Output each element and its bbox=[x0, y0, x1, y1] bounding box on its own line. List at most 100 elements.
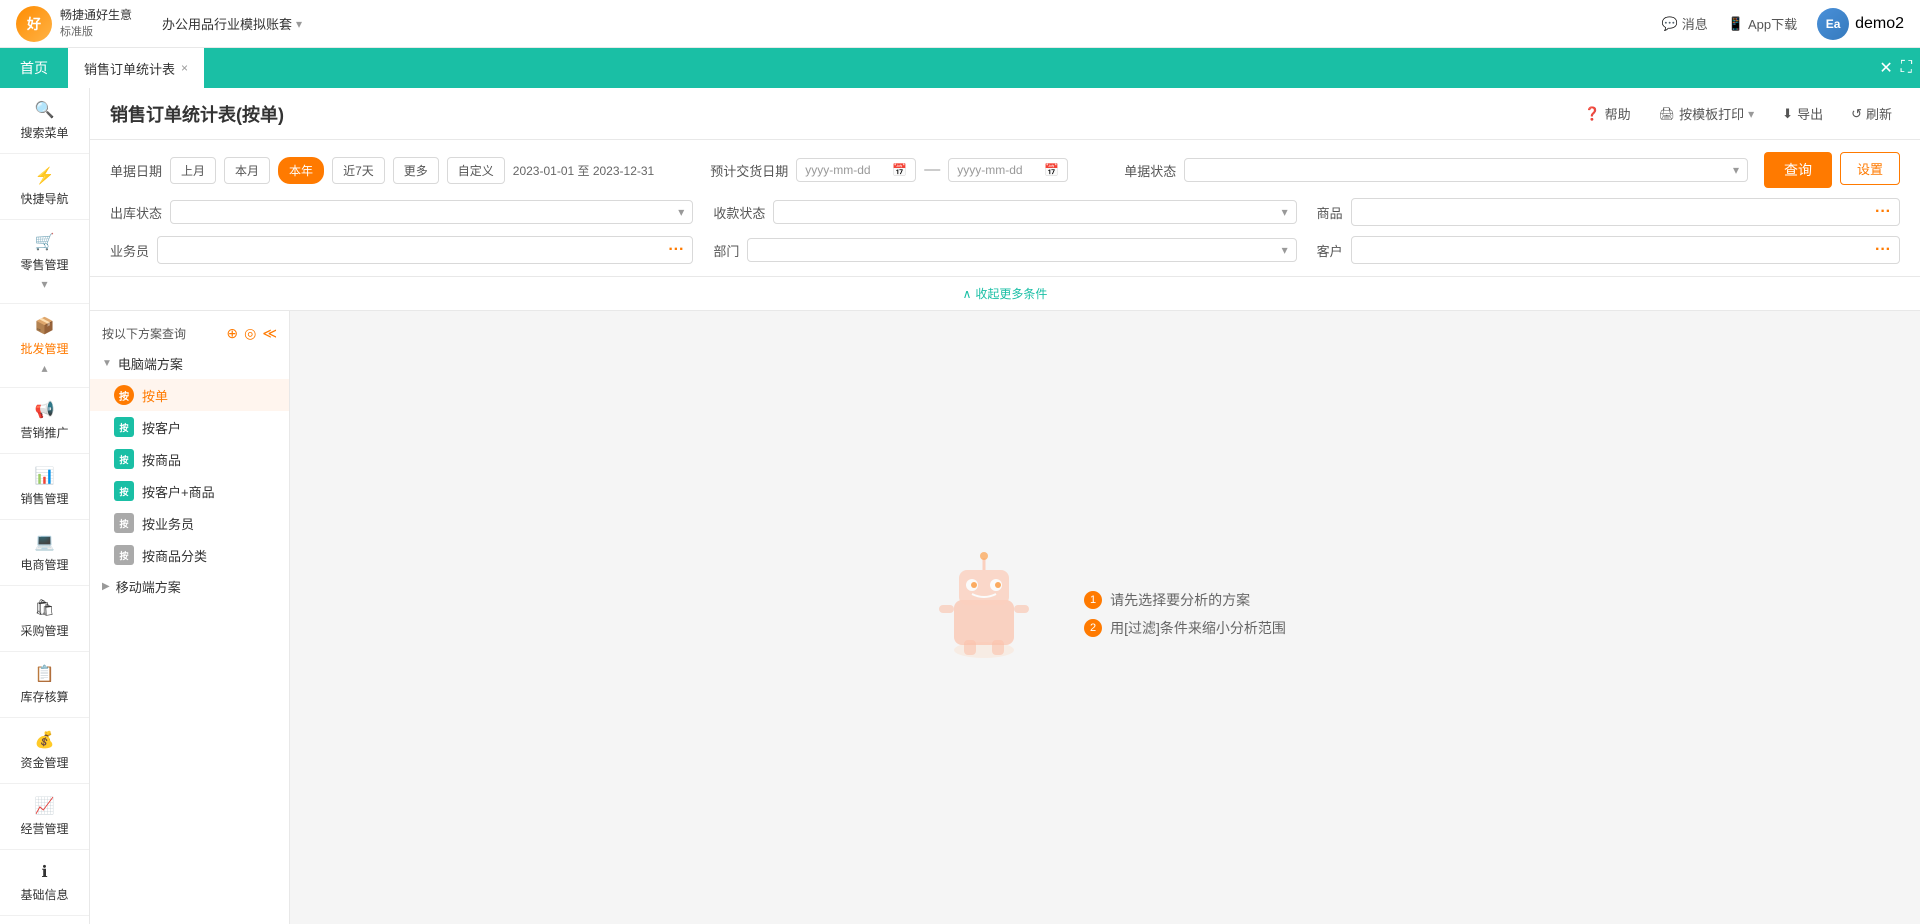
department-label: 部门 bbox=[713, 241, 739, 260]
user-area[interactable]: Ea demo2 bbox=[1817, 8, 1904, 40]
sidebar-item-search[interactable]: 🔍 搜索菜单 bbox=[0, 88, 89, 154]
tab-bar: 首页 销售订单统计表 × ✕ ⛶ bbox=[0, 48, 1920, 88]
tip-text-2: 用[过滤]条件来缩小分析范围 bbox=[1110, 618, 1286, 638]
page-header: 销售订单统计表(按单) ❓ 帮助 🖨 按模板打印 ▾ ⬇ 导出 ↺ 刷新 bbox=[90, 88, 1920, 140]
solution-item-by-order[interactable]: 按 按单 bbox=[90, 379, 289, 411]
tab-bar-actions: ✕ ⛶ bbox=[1879, 58, 1920, 78]
settings-button[interactable]: 设置 bbox=[1840, 152, 1900, 185]
empty-illustration bbox=[924, 550, 1044, 670]
sidebar-item-basic-info[interactable]: ℹ 基础信息 bbox=[0, 850, 89, 916]
collapse-solution-icon[interactable]: ≪ bbox=[262, 325, 277, 342]
department-select[interactable]: ▾ bbox=[747, 238, 1296, 262]
sidebar-item-operations[interactable]: 📈 经营管理 bbox=[0, 784, 89, 850]
date-btn-this-month[interactable]: 本月 bbox=[224, 157, 270, 184]
date-btn-last-month[interactable]: 上月 bbox=[170, 157, 216, 184]
home-label: 首页 bbox=[20, 58, 48, 78]
solution-group-pc-header[interactable]: ▼ 电脑端方案 bbox=[90, 348, 289, 379]
sidebar-item-retail[interactable]: 🛒 零售管理 ▾ bbox=[0, 220, 89, 304]
refresh-button[interactable]: ↺ 刷新 bbox=[1843, 100, 1900, 127]
expected-date-start[interactable]: yyyy-mm-dd 📅 bbox=[796, 158, 916, 182]
sidebar-item-inventory[interactable]: 📋 库存核算 bbox=[0, 652, 89, 718]
message-btn[interactable]: 💬 消息 bbox=[1662, 14, 1708, 33]
sidebar-item-label: 电商管理 bbox=[20, 556, 68, 573]
chevron-icon: ▾ bbox=[41, 277, 47, 291]
solution-item-by-category[interactable]: 按 按商品分类 bbox=[90, 539, 289, 571]
sidebar-item-purchase[interactable]: 🛍 采购管理 bbox=[0, 586, 89, 652]
date-btn-custom[interactable]: 自定义 bbox=[447, 157, 505, 184]
sidebar-item-label: 基础信息 bbox=[20, 886, 68, 903]
empty-state: 1 请先选择要分析的方案 2 用[过滤]条件来缩小分析范围 bbox=[924, 550, 1286, 686]
by-sp-icon: 按 bbox=[114, 513, 134, 533]
sidebar-item-ecommerce[interactable]: 💻 电商管理 bbox=[0, 520, 89, 586]
solution-item-by-customer[interactable]: 按 按客户 bbox=[90, 411, 289, 443]
sidebar-item-system[interactable]: ⚙ 系统管理 bbox=[0, 916, 89, 924]
logo-text: 畅捷通好生意 bbox=[60, 8, 132, 24]
by-cg-icon: 按 bbox=[114, 481, 134, 501]
more-icon[interactable]: ··· bbox=[1875, 203, 1891, 221]
empty-tip-1: 1 请先选择要分析的方案 bbox=[1084, 590, 1286, 610]
solution-group-pc: ▼ 电脑端方案 按 按单 按 按客户 按 按商品 bbox=[90, 348, 289, 571]
logo-sub: 标准版 bbox=[60, 23, 132, 39]
status-select[interactable]: ▾ bbox=[1184, 158, 1748, 182]
tab-close-icon[interactable]: × bbox=[181, 61, 188, 75]
expected-date-end[interactable]: yyyy-mm-dd 📅 bbox=[948, 158, 1068, 182]
solution-item-by-customer-goods[interactable]: 按 按客户+商品 bbox=[90, 475, 289, 507]
export-button[interactable]: ⬇ 导出 bbox=[1774, 100, 1831, 127]
inventory-icon: 📋 bbox=[35, 664, 55, 684]
help-button[interactable]: ❓ 帮助 bbox=[1576, 100, 1638, 127]
refresh-icon: ↺ bbox=[1851, 106, 1862, 122]
payment-select[interactable]: ▾ bbox=[773, 200, 1296, 224]
right-action-buttons: 查询 设置 bbox=[1764, 152, 1900, 188]
solution-header-label: 按以下方案查询 bbox=[102, 325, 186, 342]
sidebar-item-sales[interactable]: 📊 销售管理 bbox=[0, 454, 89, 520]
retail-icon: 🛒 bbox=[35, 232, 55, 252]
goods-select[interactable]: ··· bbox=[1351, 198, 1900, 226]
date-btn-7days[interactable]: 近7天 bbox=[332, 157, 385, 184]
date-separator: — bbox=[924, 161, 940, 179]
customer-select[interactable]: ··· bbox=[1351, 236, 1900, 264]
chevron-icon: ▴ bbox=[41, 361, 47, 375]
salesperson-select[interactable]: ··· bbox=[157, 236, 693, 264]
tab-label: 销售订单统计表 bbox=[84, 59, 175, 78]
filter-inner: 单据日期 上月 本月 本年 近7天 更多 自定义 2023-01-01 至 20… bbox=[90, 140, 1920, 276]
tab-sales-statistics[interactable]: 销售订单统计表 × bbox=[68, 48, 204, 88]
solution-group-mobile-header[interactable]: ▶ 移动端方案 bbox=[90, 571, 289, 602]
sidebar-item-wholesale[interactable]: 📦 批发管理 ▴ bbox=[0, 304, 89, 388]
group-label: 移动端方案 bbox=[116, 577, 181, 596]
window-close-icon[interactable]: ✕ bbox=[1879, 58, 1892, 78]
solution-item-label: 按商品分类 bbox=[142, 546, 207, 565]
group-label: 电脑端方案 bbox=[118, 354, 183, 373]
top-bar-right: 💬 消息 📱 App下载 Ea demo2 bbox=[1662, 8, 1904, 40]
top-bar-left: 好 畅捷通好生意 标准版 办公用品行业模拟账套 ▾ bbox=[16, 6, 302, 42]
add-solution-icon[interactable]: ⊕ bbox=[226, 325, 238, 342]
tab-home[interactable]: 首页 bbox=[0, 48, 68, 88]
solution-panel: 按以下方案查询 ⊕ ◎ ≪ ▼ 电脑端方案 按 按单 bbox=[90, 311, 290, 924]
sidebar-item-finance[interactable]: 💰 资金管理 bbox=[0, 718, 89, 784]
chevron-down-icon: ▾ bbox=[678, 205, 684, 219]
app-download-btn[interactable]: 📱 App下载 bbox=[1728, 14, 1797, 33]
solution-item-by-goods[interactable]: 按 按商品 bbox=[90, 443, 289, 475]
template-print-button[interactable]: 🖨 按模板打印 ▾ bbox=[1651, 100, 1763, 127]
collapse-button[interactable]: ∧ 收起更多条件 bbox=[90, 276, 1920, 310]
date-btn-more[interactable]: 更多 bbox=[393, 157, 439, 184]
help-icon: ❓ bbox=[1584, 106, 1600, 122]
solution-item-label: 按单 bbox=[142, 386, 168, 405]
chevron-down-icon: ▾ bbox=[1733, 163, 1739, 177]
sidebar-item-quick-nav[interactable]: ⚡ 快捷导航 bbox=[0, 154, 89, 220]
company-selector[interactable]: 办公用品行业模拟账套 ▾ bbox=[162, 14, 302, 33]
bottom-section: 按以下方案查询 ⊕ ◎ ≪ ▼ 电脑端方案 按 按单 bbox=[90, 311, 1920, 924]
sidebar-item-label: 库存核算 bbox=[20, 688, 68, 705]
delivery-select[interactable]: ▾ bbox=[170, 200, 693, 224]
print-icon: 🖨 bbox=[1659, 106, 1676, 122]
solution-item-by-salesperson[interactable]: 按 按业务员 bbox=[90, 507, 289, 539]
more-icon[interactable]: ··· bbox=[1875, 241, 1891, 259]
settings-solution-icon[interactable]: ◎ bbox=[244, 325, 256, 342]
tip-num-1: 1 bbox=[1084, 591, 1102, 609]
sidebar-item-marketing[interactable]: 📢 营销推广 bbox=[0, 388, 89, 454]
date-btn-this-year[interactable]: 本年 bbox=[278, 157, 324, 184]
more-icon[interactable]: ··· bbox=[668, 241, 684, 259]
user-name: demo2 bbox=[1855, 15, 1904, 33]
window-expand-icon[interactable]: ⛶ bbox=[1901, 59, 1912, 77]
query-button[interactable]: 查询 bbox=[1764, 152, 1832, 188]
header-actions: ❓ 帮助 🖨 按模板打印 ▾ ⬇ 导出 ↺ 刷新 bbox=[1576, 100, 1900, 127]
